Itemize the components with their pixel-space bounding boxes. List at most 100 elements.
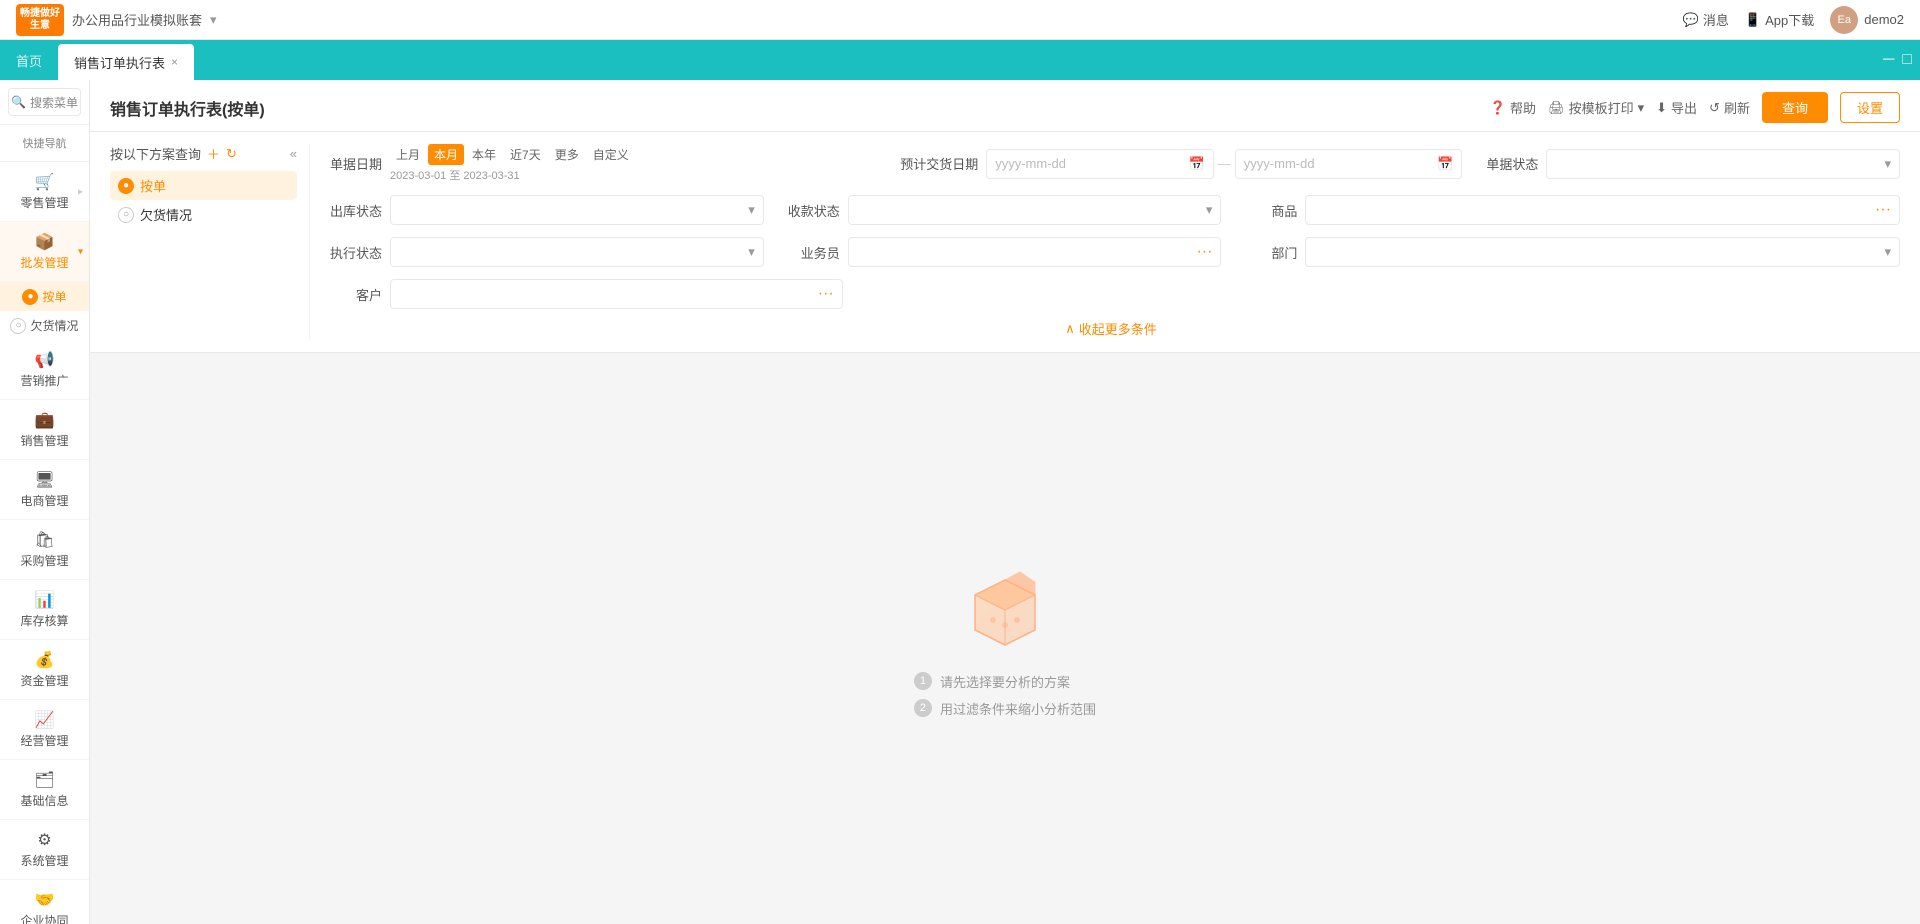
filter-collapse-btn[interactable]: ∧ 收起更多条件 xyxy=(1065,319,1157,338)
sidebar-item-purchase[interactable]: 🛍 采购管理 xyxy=(0,520,89,580)
refresh-btn[interactable]: ↺ 刷新 xyxy=(1709,98,1750,117)
goods-ellipsis-icon[interactable]: ··· xyxy=(1875,201,1891,219)
export-btn[interactable]: ⬇ 导出 xyxy=(1656,98,1697,117)
customer-select[interactable]: ··· xyxy=(390,279,843,309)
tab-maximize-icon[interactable]: □ xyxy=(1902,51,1912,69)
date-btn-more[interactable]: 更多 xyxy=(549,144,585,165)
basic-icon: 🗂 xyxy=(34,770,54,790)
sidebar-item-label: 基础信息 xyxy=(20,792,68,809)
enterprise-icon: 🤝 xyxy=(35,890,55,910)
tab-bar: 首页 销售订单执行表 × ─ □ xyxy=(0,40,1920,80)
filter-row-2: 出库状态 ▾ 收款状态 ▾ xyxy=(322,195,1900,225)
query-button[interactable]: 查询 xyxy=(1762,92,1828,123)
receipt-status-label: 收款状态 xyxy=(780,201,840,220)
wholesale-arrow-icon: ▾ xyxy=(78,246,83,257)
delivery-date-end[interactable]: yyyy-mm-dd 📅 xyxy=(1235,149,1463,179)
sidebar-item-enterprise[interactable]: 🤝 企业协同 xyxy=(0,880,89,924)
retail-icon: 🛒 xyxy=(35,172,55,192)
date-btn-last-month[interactable]: 上月 xyxy=(390,144,426,165)
customer-ellipsis-icon[interactable]: ··· xyxy=(818,285,834,303)
tab-bar-controls: ─ □ xyxy=(1883,51,1912,69)
sidebar-item-marketing[interactable]: 📢 营销推广 xyxy=(0,340,89,400)
sidebar-item-operations[interactable]: 📈 经营管理 xyxy=(0,700,89,760)
ecommerce-icon: 🖥 xyxy=(34,470,54,490)
sidebar-item-system[interactable]: ⚙ 系统管理 xyxy=(0,820,89,880)
operations-icon: 📈 xyxy=(35,710,55,730)
sidebar-item-label: 电商管理 xyxy=(20,492,68,509)
delivery-status-select[interactable]: ▾ xyxy=(390,195,764,225)
empty-hint-1: 1 请先选择要分析的方案 xyxy=(914,672,1096,691)
sidebar-item-label: 批发管理 xyxy=(20,254,68,271)
home-label: 首页 xyxy=(16,51,42,70)
dept-select[interactable]: ▾ xyxy=(1305,237,1900,267)
print-btn[interactable]: 🖨 按模板打印 ▾ xyxy=(1548,98,1644,117)
empty-illustration xyxy=(955,560,1055,660)
page-title: 销售订单执行表(按单) xyxy=(110,96,265,120)
help-btn[interactable]: ❓ 帮助 xyxy=(1490,98,1536,117)
refresh-scheme-icon[interactable]: ↻ xyxy=(226,146,237,162)
filter-dept-field: 部门 ▾ xyxy=(1237,237,1900,267)
filter-row-4: 客户 ··· xyxy=(322,279,1900,309)
sidebar-item-ecommerce[interactable]: 🖥 电商管理 xyxy=(0,460,89,520)
tab-home[interactable]: 首页 xyxy=(0,40,58,80)
scheme-item-debt[interactable]: ○ 欠货情况 xyxy=(110,200,297,229)
date-btn-this-year[interactable]: 本年 xyxy=(466,144,502,165)
filter-fields: 单据日期 上月 本月 本年 近7天 更多 自定义 xyxy=(322,144,1900,340)
settings-button[interactable]: 设置 xyxy=(1840,92,1900,123)
order-status-select[interactable]: ▾ xyxy=(1546,149,1900,179)
quick-nav-area: 快捷导航 xyxy=(0,125,89,162)
finance-icon: 💰 xyxy=(35,650,55,670)
debt-icon: ○ xyxy=(10,318,26,334)
scheme-label: 按以下方案查询 xyxy=(110,144,201,163)
date-btn-7days[interactable]: 近7天 xyxy=(504,144,547,165)
top-bar-left: 畅捷做好生意 办公用品行业模拟账套 ▾ xyxy=(16,4,217,36)
add-scheme-icon[interactable]: ＋ xyxy=(207,144,220,163)
date-placeholder-2: yyyy-mm-dd xyxy=(1244,156,1315,171)
filter-order-status-field: 单据状态 ▾ xyxy=(1478,149,1900,179)
collapse-scheme-icon[interactable]: « xyxy=(290,146,297,161)
logo: 畅捷做好生意 xyxy=(16,4,64,36)
tab-close-icon[interactable]: × xyxy=(171,55,178,69)
delivery-date-label: 预计交货日期 xyxy=(900,154,978,173)
sub-item-debt[interactable]: ○ 欠货情况 xyxy=(0,311,89,340)
filter-receipt-status-field: 收款状态 ▾ xyxy=(780,195,1222,225)
user-area[interactable]: Ea demo2 xyxy=(1830,6,1904,34)
sales-icon: 💼 xyxy=(35,410,55,430)
download-icon: 📱 xyxy=(1745,12,1761,28)
refresh-icon: ↺ xyxy=(1709,100,1720,116)
order-status-label: 单据状态 xyxy=(1478,154,1538,173)
sidebar-item-inventory[interactable]: 📊 库存核算 xyxy=(0,580,89,640)
sidebar-item-label: 经营管理 xyxy=(20,732,68,749)
salesperson-ellipsis-icon[interactable]: ··· xyxy=(1196,243,1212,261)
scheme-item-order[interactable]: ● 按单 xyxy=(110,171,297,200)
print-dropdown-icon[interactable]: ▾ xyxy=(1638,100,1645,116)
exec-status-select[interactable]: ▾ xyxy=(390,237,764,267)
app-download-btn[interactable]: 📱 App下载 xyxy=(1745,10,1814,29)
tab-active[interactable]: 销售订单执行表 × xyxy=(58,44,194,80)
date-btn-custom[interactable]: 自定义 xyxy=(587,144,635,165)
print-label: 按模板打印 xyxy=(1569,98,1634,117)
sidebar-item-finance[interactable]: 💰 资金管理 xyxy=(0,640,89,700)
date-btn-this-month[interactable]: 本月 xyxy=(428,144,464,165)
sidebar-item-basic[interactable]: 🗂 基础信息 xyxy=(0,760,89,820)
marketing-icon: 📢 xyxy=(35,350,55,370)
sidebar-item-retail[interactable]: 🛒 零售管理 ▸ xyxy=(0,162,89,222)
order-icon: ● xyxy=(22,289,38,305)
receipt-status-select[interactable]: ▾ xyxy=(848,195,1222,225)
date-label: 单据日期 xyxy=(322,154,382,173)
search-menu-btn[interactable]: 🔍 搜索菜单 xyxy=(8,88,81,116)
wholesale-icon: 📦 xyxy=(35,232,55,252)
delivery-date-start[interactable]: yyyy-mm-dd 📅 xyxy=(986,149,1214,179)
salesperson-select[interactable]: ··· xyxy=(848,237,1222,267)
app-dropdown-icon[interactable]: ▾ xyxy=(210,12,217,28)
calendar-icon-1: 📅 xyxy=(1189,156,1205,172)
message-btn[interactable]: 💬 消息 xyxy=(1683,10,1729,29)
customer-label: 客户 xyxy=(322,285,382,304)
sub-item-order[interactable]: ● 按单 xyxy=(0,282,89,311)
sidebar-item-wholesale[interactable]: 📦 批发管理 ▾ xyxy=(0,222,89,282)
refresh-label: 刷新 xyxy=(1724,98,1750,117)
sidebar-item-sales[interactable]: 💼 销售管理 xyxy=(0,400,89,460)
tab-minimize-icon[interactable]: ─ xyxy=(1883,51,1894,69)
help-icon: ❓ xyxy=(1490,100,1506,116)
goods-select[interactable]: ··· xyxy=(1305,195,1900,225)
